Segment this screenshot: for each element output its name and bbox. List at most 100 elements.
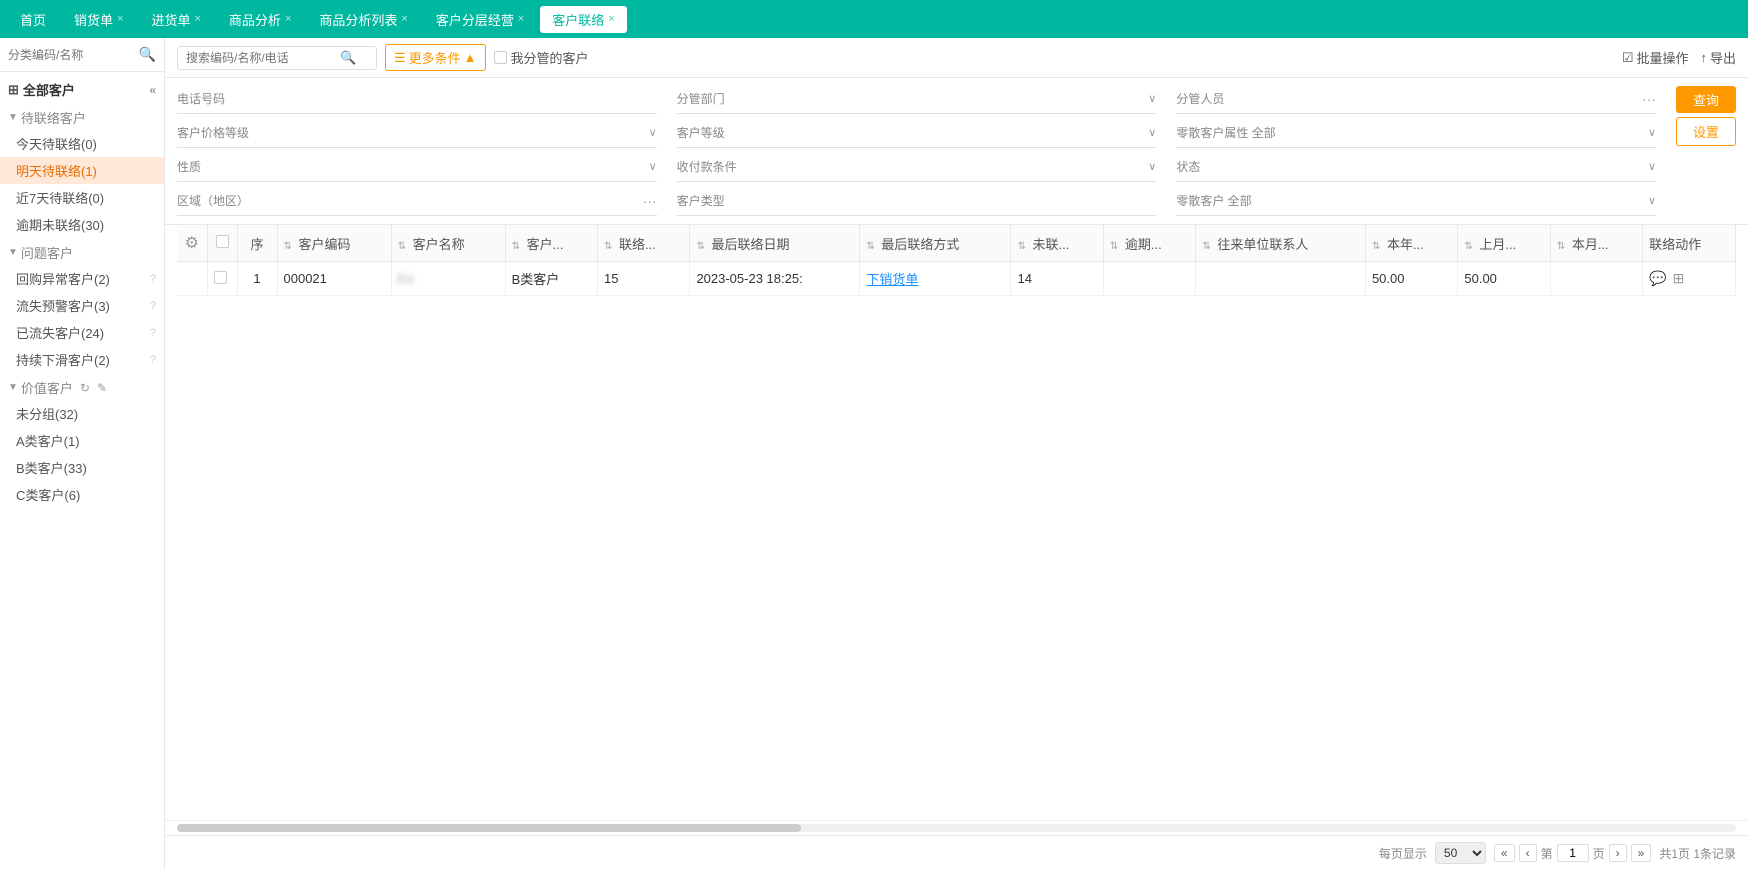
- collapse-icon[interactable]: «: [149, 83, 156, 97]
- more-dots-icon2[interactable]: ···: [643, 193, 657, 209]
- filter-manager: 分管人员 ···: [1176, 86, 1656, 114]
- sidebar-search-bar: 🔍: [0, 38, 164, 72]
- table-area: ⚙ 序 ⇅ 客户编码 ⇅: [165, 225, 1748, 820]
- help-icon3: ?: [150, 327, 156, 339]
- sidebar-item-repurchase-abnormal[interactable]: 回购异常客户(2) ?: [0, 265, 164, 292]
- filter-row-2: 客户价格等级 ∨ 客户等级 ∨ 零散客户属性 全部 ∨: [177, 120, 1656, 148]
- edit-icon[interactable]: ✎: [97, 381, 107, 395]
- search-box: 🔍: [177, 46, 377, 70]
- set-button[interactable]: 设置: [1676, 117, 1736, 146]
- nav-customer-tier[interactable]: 客户分层经营 ×: [424, 6, 536, 33]
- header-checkbox[interactable]: [216, 235, 229, 248]
- nav-customer-contact[interactable]: 客户联络 ×: [540, 6, 626, 33]
- chevron-down-icon7[interactable]: ∨: [1648, 160, 1656, 173]
- filter-payment: 收付款条件 ∨: [677, 154, 1157, 182]
- filter-dept: 分管部门 ∨: [677, 86, 1157, 114]
- sidebar-search-input[interactable]: [8, 48, 135, 62]
- gear-icon[interactable]: ⚙: [185, 235, 199, 252]
- more-dots-icon[interactable]: ···: [1642, 91, 1656, 107]
- chevron-down-icon2[interactable]: ∨: [649, 126, 657, 139]
- filter-price-level: 客户价格等级 ∨: [177, 120, 657, 148]
- contact-action-icon[interactable]: 💬: [1649, 270, 1666, 287]
- nav-product-analysis[interactable]: 商品分析 ×: [217, 6, 303, 33]
- td-contact: 15: [598, 262, 690, 296]
- sidebar-item-ungrouped[interactable]: 未分组(32): [0, 400, 164, 427]
- filter-row-1: 电话号码 分管部门 ∨ 分管人员 ···: [177, 86, 1656, 114]
- th-last-method: ⇅ 最后联络方式: [860, 225, 1011, 262]
- search-icon[interactable]: 🔍: [340, 50, 356, 66]
- td-this-year: 50.00: [1365, 262, 1457, 296]
- batch-op-button[interactable]: ☑ 批量操作: [1622, 48, 1689, 67]
- th-unlinked: ⇅ 未联...: [1011, 225, 1103, 262]
- search-input[interactable]: [186, 51, 336, 65]
- my-customer-checkbox[interactable]: 我分管的客户: [494, 48, 589, 67]
- chevron-up-icon: ▲: [464, 50, 477, 65]
- filter-row-4: 区域（地区） ··· 客户类型 零散客户 全部 ∨: [177, 188, 1656, 216]
- th-this-month: ⇅ 本月...: [1550, 225, 1642, 262]
- chevron-down-icon5[interactable]: ∨: [649, 160, 657, 173]
- sidebar-item-class-b[interactable]: B类客户(33): [0, 454, 164, 481]
- td-actions: 💬 ⊞: [1643, 262, 1736, 296]
- nav-product-analysis-list[interactable]: 商品分析列表 ×: [307, 6, 419, 33]
- toolbar-right: ☑ 批量操作 ↑ 导出: [1622, 48, 1736, 67]
- export-icon: ↑: [1700, 50, 1707, 65]
- query-button[interactable]: 查询: [1676, 86, 1736, 113]
- checkbox-icon[interactable]: [494, 51, 507, 64]
- first-page-button[interactable]: «: [1494, 844, 1515, 862]
- chevron-down-icon6[interactable]: ∨: [1148, 160, 1156, 173]
- prev-page-button[interactable]: ‹: [1519, 844, 1537, 862]
- sidebar-item-class-c[interactable]: C类客户(6): [0, 481, 164, 508]
- th-type: ⇅ 客户...: [505, 225, 597, 262]
- refresh-icon[interactable]: ↻: [80, 381, 90, 395]
- page-input[interactable]: [1557, 844, 1589, 862]
- chevron-down-icon4[interactable]: ∨: [1648, 126, 1656, 139]
- td-overdue: [1103, 262, 1195, 296]
- chevron-down-icon3[interactable]: ∨: [1148, 126, 1156, 139]
- export-button[interactable]: ↑ 导出: [1700, 48, 1736, 67]
- table-header-row: ⚙ 序 ⇅ 客户编码 ⇅: [177, 225, 1736, 262]
- sidebar-item-class-a[interactable]: A类客户(1): [0, 427, 164, 454]
- last-page-button[interactable]: »: [1631, 844, 1652, 862]
- th-actions: 联络动作: [1643, 225, 1736, 262]
- chevron-down-icon8[interactable]: ∨: [1648, 194, 1656, 207]
- table-row: 1 000021 Ea B类客户 15: [177, 262, 1736, 296]
- next-page-button[interactable]: ›: [1609, 844, 1627, 862]
- nav-close-sales[interactable]: ×: [117, 13, 123, 25]
- th-last-date: ⇅ 最后联络日期: [690, 225, 860, 262]
- nav-home[interactable]: 首页: [8, 6, 58, 33]
- sidebar-item-churned[interactable]: 已流失客户(24) ?: [0, 319, 164, 346]
- sidebar-item-overdue[interactable]: 逾期未联络(30): [0, 211, 164, 238]
- nav-close-customer-contact[interactable]: ×: [608, 13, 614, 25]
- scroll-thumb[interactable]: [177, 824, 801, 832]
- sidebar-item-7days[interactable]: 近7天待联络(0): [0, 184, 164, 211]
- chevron-down-icon[interactable]: ∨: [1148, 92, 1156, 105]
- td-this-month: [1550, 262, 1642, 296]
- sort-icon12: ⇅: [1557, 241, 1565, 252]
- th-no: 序: [237, 225, 277, 262]
- sort-icon5: ⇅: [696, 241, 704, 252]
- sidebar-search-icon[interactable]: 🔍: [139, 46, 156, 63]
- sidebar-all-customers-header: ⊞ 全部客户 «: [0, 72, 164, 103]
- nav-close-customer-tier[interactable]: ×: [518, 13, 524, 25]
- nav-close-purchase[interactable]: ×: [194, 13, 200, 25]
- more-action-icon[interactable]: ⊞: [1673, 270, 1685, 287]
- td-contacts-person: [1196, 262, 1366, 296]
- sidebar-item-churn-warning[interactable]: 流失预警客户(3) ?: [0, 292, 164, 319]
- sidebar-item-tomorrow[interactable]: 明天待联络(1): [0, 157, 164, 184]
- nav-purchase[interactable]: 进货单 ×: [139, 6, 212, 33]
- sidebar-item-today[interactable]: 今天待联络(0): [0, 130, 164, 157]
- sidebar-item-declining[interactable]: 持续下滑客户(2) ?: [0, 346, 164, 373]
- td-check: [207, 262, 237, 296]
- td-last-method: 下销货单: [860, 262, 1011, 296]
- sort-icon7: ⇅: [1017, 241, 1025, 252]
- checkbox-batch-icon: ☑: [1622, 50, 1634, 66]
- nav-sales[interactable]: 销货单 ×: [62, 6, 135, 33]
- footer: 每页显示 50 100 200 « ‹ 第 页 › » 共1页 1条记录: [165, 835, 1748, 870]
- more-filter-button[interactable]: ☰ 更多条件 ▲: [385, 44, 486, 71]
- nav-close-product-analysis-list[interactable]: ×: [401, 13, 407, 25]
- th-contacts-person: ⇅ 往来单位联系人: [1196, 225, 1366, 262]
- nav-close-product-analysis[interactable]: ×: [285, 13, 291, 25]
- per-page-select[interactable]: 50 100 200: [1435, 842, 1486, 864]
- th-contact: ⇅ 联络...: [598, 225, 690, 262]
- row-checkbox[interactable]: [214, 271, 227, 284]
